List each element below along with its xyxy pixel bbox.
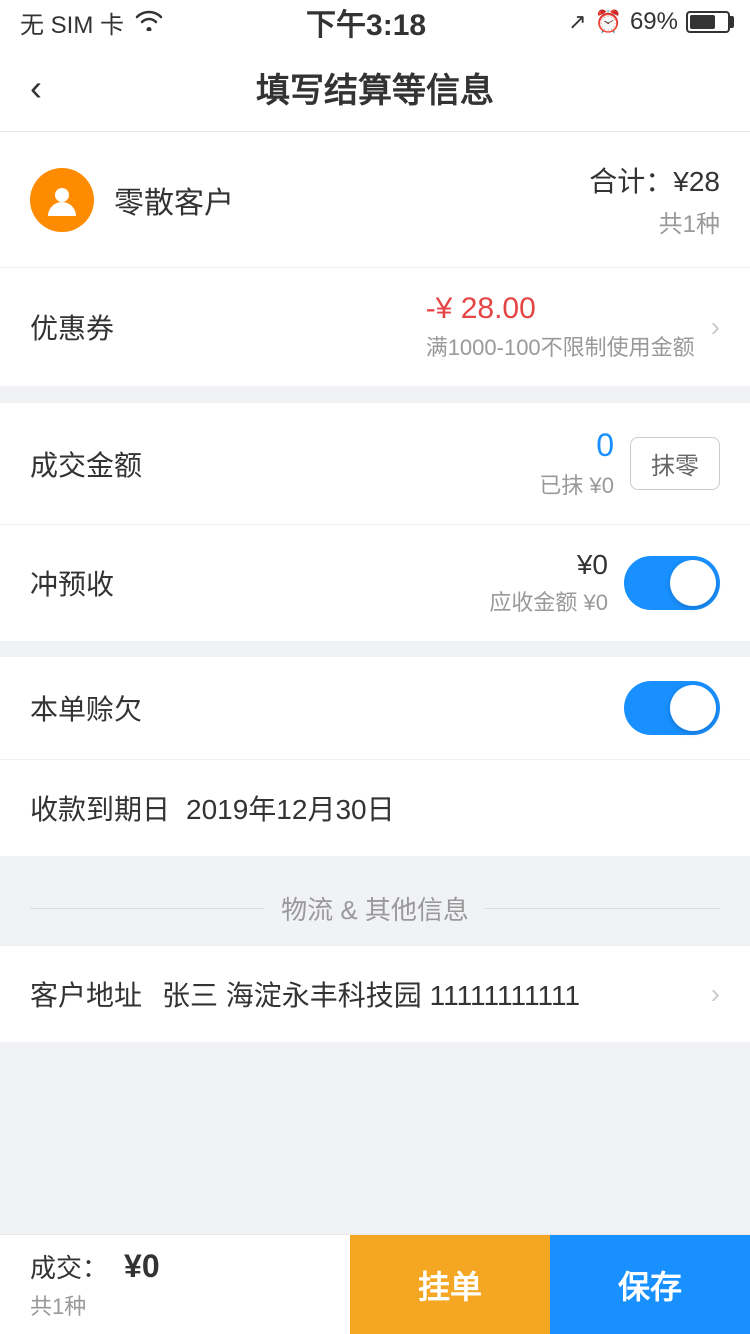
bottom-deal-row: 成交： ¥0 (30, 1248, 320, 1285)
rounding-button[interactable]: 抹零 (630, 437, 720, 490)
prepayment-receivable: 应收金额 ¥0 (489, 585, 608, 617)
toggle-knob (670, 560, 716, 606)
bottom-info: 成交： ¥0 共1种 (0, 1235, 350, 1334)
alarm-icon: ⏰ (595, 9, 622, 35)
logistics-section-header: 物流 & 其他信息 (0, 872, 750, 945)
prepayment-right: ¥0 应收金额 ¥0 (489, 549, 720, 617)
deal-amount-row: 成交金额 0 已抹 ¥0 抹零 (0, 402, 750, 524)
credit-label: 本单赊欠 (30, 688, 142, 728)
credit-toggle[interactable] (624, 681, 720, 735)
coupon-row[interactable]: 优惠券 -¥ 28.00 满1000-100不限制使用金额 › (0, 267, 750, 386)
battery-percent: 69% (630, 8, 678, 36)
logistics-section-label: 物流 & 其他信息 (281, 890, 469, 927)
customer-total: 合计：¥28 (589, 160, 720, 200)
coupon-condition: 满1000-100不限制使用金额 (426, 330, 695, 362)
status-left: 无 SIM 卡 (20, 5, 164, 40)
due-date-value: 2019年12月30日 (186, 788, 395, 828)
status-right: ↗ ⏰ 69% (568, 8, 730, 36)
status-time: 下午3:18 (306, 0, 426, 44)
back-button[interactable]: ‹ (30, 67, 42, 109)
coupon-discount: -¥ 28.00 (426, 292, 695, 326)
address-label: 客户地址 (30, 974, 142, 1014)
battery-icon (686, 8, 730, 36)
status-bar: 无 SIM 卡 下午3:18 ↗ ⏰ 69% (0, 0, 750, 44)
address-row[interactable]: 客户地址 张三 海淀永丰科技园 11111111111 › (0, 945, 750, 1042)
credit-right (624, 681, 720, 735)
location-icon: ↗ (568, 9, 586, 35)
page-title: 填写结算等信息 (256, 63, 494, 112)
prepayment-amount: ¥0 (489, 549, 608, 581)
coupon-right: -¥ 28.00 满1000-100不限制使用金额 › (426, 292, 720, 362)
hang-button[interactable]: 挂单 (350, 1235, 550, 1334)
deal-amount-label: 成交金额 (30, 444, 142, 484)
deal-amount-value-block: 0 已抹 ¥0 (539, 427, 614, 500)
due-date-label: 收款到期日 (30, 788, 170, 828)
bottom-bar: 成交： ¥0 共1种 挂单 保存 (0, 1234, 750, 1334)
address-card[interactable]: 客户地址 张三 海淀永丰科技园 11111111111 › (0, 945, 750, 1042)
prepayment-toggle[interactable] (624, 556, 720, 610)
deal-amount-right: 0 已抹 ¥0 抹零 (539, 427, 720, 500)
wifi-icon (134, 7, 164, 38)
customer-count: 共1种 (589, 204, 720, 239)
avatar (30, 168, 94, 232)
customer-card: 零散客户 合计：¥28 共1种 优惠券 -¥ 28.00 满1000-100不限… (0, 132, 750, 386)
prepayment-label: 冲预收 (30, 563, 114, 603)
transaction-card: 成交金额 0 已抹 ¥0 抹零 冲预收 ¥0 应收金额 ¥0 (0, 402, 750, 641)
no-sim-text: 无 SIM 卡 (20, 5, 124, 40)
customer-summary: 合计：¥28 共1种 (589, 160, 720, 239)
credit-row: 本单赊欠 (0, 657, 750, 759)
deal-amount-rounded: 已抹 ¥0 (539, 468, 614, 500)
due-date-row: 收款到期日 2019年12月30日 (0, 759, 750, 856)
deal-amount-value: 0 (539, 427, 614, 464)
prepayment-row: 冲预收 ¥0 应收金额 ¥0 (0, 524, 750, 641)
customer-left: 零散客户 (30, 168, 234, 232)
address-chevron-icon: › (711, 978, 720, 1010)
bottom-deal-label: 成交： (30, 1248, 108, 1285)
coupon-label: 优惠券 (30, 307, 114, 347)
coupon-value-block: -¥ 28.00 满1000-100不限制使用金额 (426, 292, 695, 362)
nav-bar: ‹ 填写结算等信息 (0, 44, 750, 132)
address-value: 张三 海淀永丰科技园 11111111111 (162, 974, 691, 1014)
prepayment-value-block: ¥0 应收金额 ¥0 (489, 549, 608, 617)
credit-toggle-knob (670, 685, 716, 731)
bottom-deal-amount: ¥0 (124, 1248, 160, 1285)
save-button[interactable]: 保存 (550, 1235, 750, 1334)
coupon-chevron-icon: › (711, 311, 720, 343)
customer-row: 零散客户 合计：¥28 共1种 (0, 132, 750, 267)
main-content: 零散客户 合计：¥28 共1种 优惠券 -¥ 28.00 满1000-100不限… (0, 132, 750, 1178)
credit-card: 本单赊欠 收款到期日 2019年12月30日 (0, 657, 750, 856)
bottom-count: 共1种 (30, 1289, 320, 1321)
customer-name: 零散客户 (114, 178, 234, 222)
